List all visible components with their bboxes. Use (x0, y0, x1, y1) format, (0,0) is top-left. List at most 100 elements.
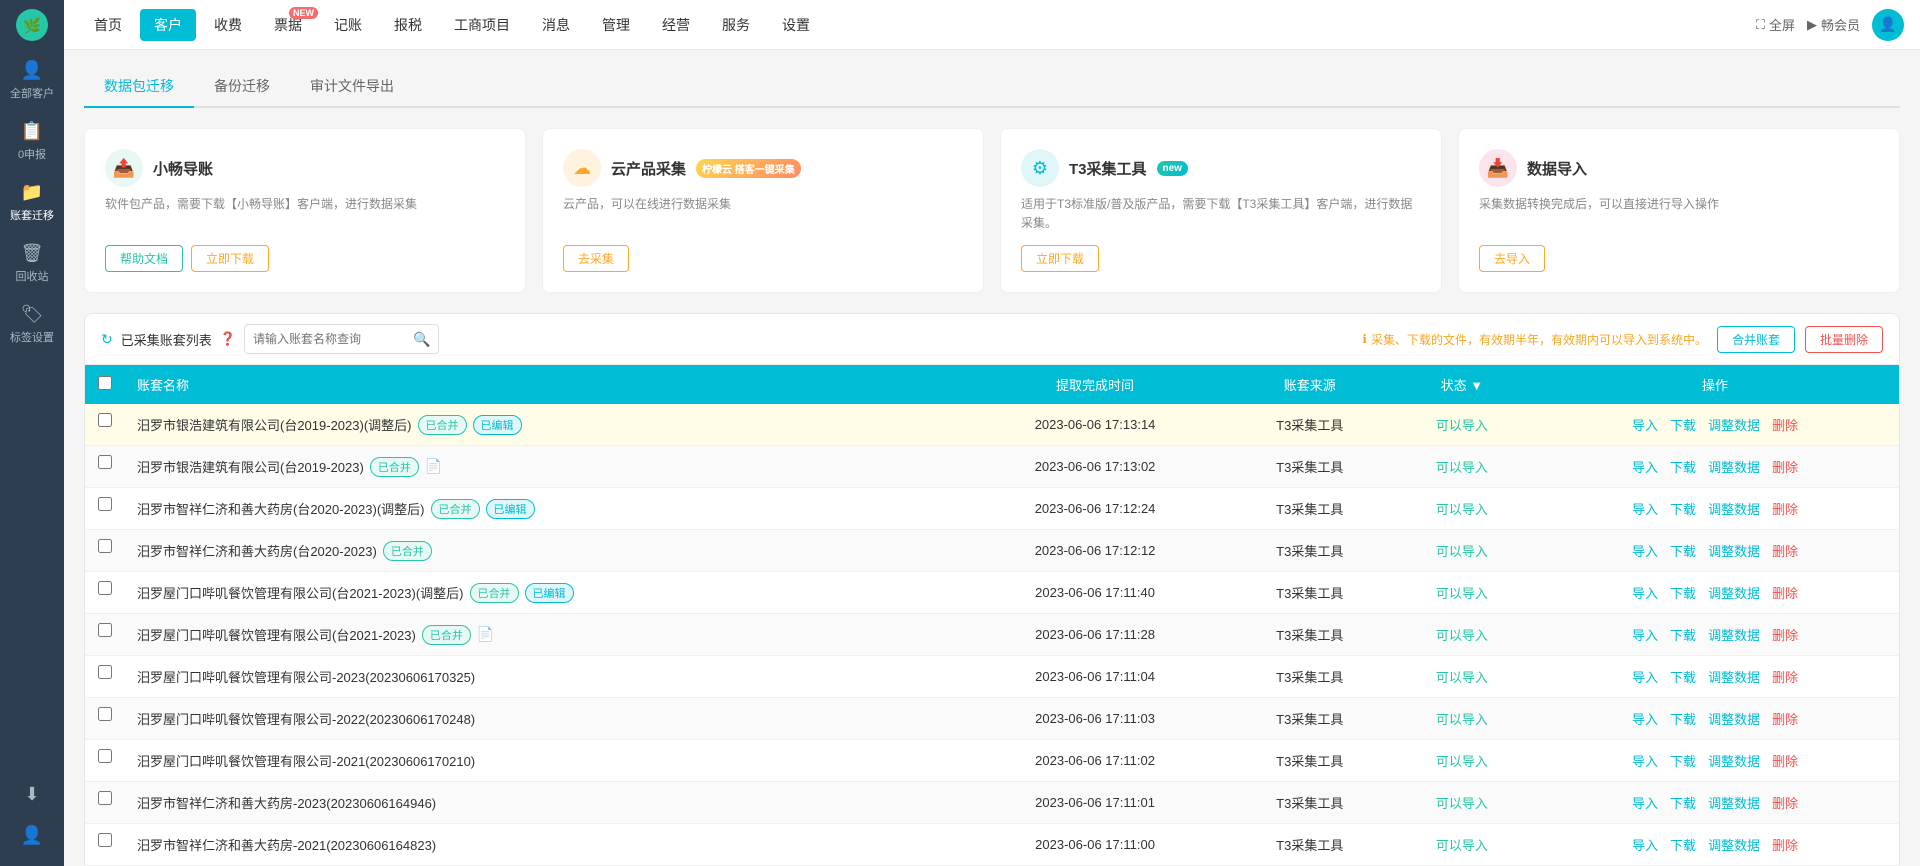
import-action-btn[interactable]: 导入 (1626, 707, 1664, 730)
adjust-action-btn[interactable]: 调整数据 (1702, 707, 1766, 730)
sidebar-item-回收站[interactable]: 🗑 回收站 (0, 233, 64, 294)
delete-action-btn[interactable]: 删除 (1766, 623, 1804, 646)
import-action-btn[interactable]: 导入 (1626, 497, 1664, 520)
go-collect-btn[interactable]: 去采集 (563, 245, 629, 272)
nav-service[interactable]: 服务 (708, 9, 764, 41)
download-action-btn[interactable]: 下载 (1664, 791, 1702, 814)
row-checkbox[interactable] (98, 581, 112, 595)
delete-action-btn[interactable]: 删除 (1766, 791, 1804, 814)
nav-message[interactable]: 消息 (528, 9, 584, 41)
delete-action-btn[interactable]: 删除 (1766, 497, 1804, 520)
download-action-btn[interactable]: 下载 (1664, 455, 1702, 478)
nav-biz[interactable]: 工商项目 (440, 9, 524, 41)
download-action-btn[interactable]: 下载 (1664, 581, 1702, 604)
member-btn[interactable]: ▶ 畅会员 (1807, 15, 1860, 34)
adjust-action-btn[interactable]: 调整数据 (1702, 623, 1766, 646)
sidebar-item-申报[interactable]: 📋 0申报 (0, 111, 64, 172)
file-icon[interactable]: 📄 (477, 626, 494, 643)
avatar[interactable]: 👤 (1872, 9, 1904, 41)
status-badge: 可以导入 (1436, 796, 1488, 811)
delete-action-btn[interactable]: 删除 (1766, 749, 1804, 772)
download-t3-btn[interactable]: 立即下载 (1021, 245, 1099, 272)
import-action-btn[interactable]: 导入 (1626, 539, 1664, 562)
col-status[interactable]: 状态 ▼ (1393, 365, 1531, 404)
go-import-btn[interactable]: 去导入 (1479, 245, 1545, 272)
adjust-action-btn[interactable]: 调整数据 (1702, 413, 1766, 436)
download-action-btn[interactable]: 下载 (1664, 539, 1702, 562)
download-action-btn[interactable]: 下载 (1664, 623, 1702, 646)
row-checkbox[interactable] (98, 791, 112, 805)
fullscreen-btn[interactable]: ⛶ 全屏 (1756, 15, 1795, 34)
nav-billing[interactable]: 收费 (200, 9, 256, 41)
row-checkbox[interactable] (98, 623, 112, 637)
help-icon[interactable]: ❓ (220, 331, 236, 347)
nav-tax[interactable]: 报税 (380, 9, 436, 41)
delete-action-btn[interactable]: 删除 (1766, 833, 1804, 856)
adjust-action-btn[interactable]: 调整数据 (1702, 749, 1766, 772)
download-action-btn[interactable]: 下载 (1664, 413, 1702, 436)
tab-audit-export[interactable]: 审计文件导出 (290, 66, 414, 108)
import-action-btn[interactable]: 导入 (1626, 623, 1664, 646)
adjust-action-btn[interactable]: 调整数据 (1702, 581, 1766, 604)
row-checkbox[interactable] (98, 497, 112, 511)
import-action-btn[interactable]: 导入 (1626, 749, 1664, 772)
adjust-action-btn[interactable]: 调整数据 (1702, 833, 1766, 856)
row-name-cell: 汨罗市银浩建筑有限公司(台2019-2023)(调整后)已合并已编辑 (125, 404, 963, 446)
refresh-icon[interactable]: ↻ (101, 331, 113, 348)
import-action-btn[interactable]: 导入 (1626, 791, 1664, 814)
nav-operation[interactable]: 经营 (648, 9, 704, 41)
download-action-btn[interactable]: 下载 (1664, 707, 1702, 730)
row-checkbox[interactable] (98, 539, 112, 553)
nav-accounting[interactable]: 记账 (320, 9, 376, 41)
adjust-action-btn[interactable]: 调整数据 (1702, 455, 1766, 478)
import-action-btn[interactable]: 导入 (1626, 455, 1664, 478)
row-status-cell: 可以导入 (1393, 446, 1531, 488)
import-action-btn[interactable]: 导入 (1626, 665, 1664, 688)
sidebar-item-all-clients[interactable]: 👤 全部客户 (0, 50, 64, 111)
sidebar-user-settings[interactable]: 👤 (0, 815, 64, 856)
delete-action-btn[interactable]: 删除 (1766, 665, 1804, 688)
sidebar-item-账套迁移[interactable]: 📁 账套迁移 (0, 172, 64, 233)
tab-data-migrate[interactable]: 数据包迁移 (84, 66, 194, 108)
sidebar-item-标签设置[interactable]: 🏷 标签设置 (0, 294, 64, 355)
row-checkbox[interactable] (98, 455, 112, 469)
row-status-cell: 可以导入 (1393, 488, 1531, 530)
nav-settings[interactable]: 设置 (768, 9, 824, 41)
sidebar-download[interactable]: ⬇ (0, 774, 64, 815)
download-now-btn[interactable]: 立即下载 (191, 245, 269, 272)
import-action-btn[interactable]: 导入 (1626, 833, 1664, 856)
merge-btn[interactable]: 合并账套 (1717, 326, 1795, 353)
search-button[interactable]: 🔍 (405, 331, 438, 348)
adjust-action-btn[interactable]: 调整数据 (1702, 791, 1766, 814)
delete-action-btn[interactable]: 删除 (1766, 413, 1804, 436)
adjust-action-btn[interactable]: 调整数据 (1702, 497, 1766, 520)
delete-action-btn[interactable]: 删除 (1766, 581, 1804, 604)
delete-action-btn[interactable]: 删除 (1766, 707, 1804, 730)
search-input[interactable] (245, 332, 405, 346)
nav-clients[interactable]: 客户 (140, 9, 196, 41)
import-action-btn[interactable]: 导入 (1626, 413, 1664, 436)
download-action-btn[interactable]: 下载 (1664, 665, 1702, 688)
help-doc-btn[interactable]: 帮助文档 (105, 245, 183, 272)
row-checkbox[interactable] (98, 749, 112, 763)
batch-delete-btn[interactable]: 批量删除 (1805, 326, 1883, 353)
delete-action-btn[interactable]: 删除 (1766, 539, 1804, 562)
file-icon[interactable]: 📄 (425, 458, 442, 475)
row-checkbox[interactable] (98, 665, 112, 679)
adjust-action-btn[interactable]: 调整数据 (1702, 539, 1766, 562)
tab-backup-migrate[interactable]: 备份迁移 (194, 66, 290, 108)
download-action-btn[interactable]: 下载 (1664, 497, 1702, 520)
select-all-checkbox[interactable] (98, 376, 112, 390)
delete-action-btn[interactable]: 删除 (1766, 455, 1804, 478)
nav-home[interactable]: 首页 (80, 9, 136, 41)
nav-manage[interactable]: 管理 (588, 9, 644, 41)
adjust-action-btn[interactable]: 调整数据 (1702, 665, 1766, 688)
import-action-btn[interactable]: 导入 (1626, 581, 1664, 604)
row-checkbox[interactable] (98, 413, 112, 427)
row-checkbox[interactable] (98, 833, 112, 847)
nav-invoice-wrap: 票据 NEW (260, 9, 316, 41)
download-action-btn[interactable]: 下载 (1664, 833, 1702, 856)
row-source-cell: T3采集工具 (1227, 782, 1393, 824)
download-action-btn[interactable]: 下载 (1664, 749, 1702, 772)
row-checkbox[interactable] (98, 707, 112, 721)
